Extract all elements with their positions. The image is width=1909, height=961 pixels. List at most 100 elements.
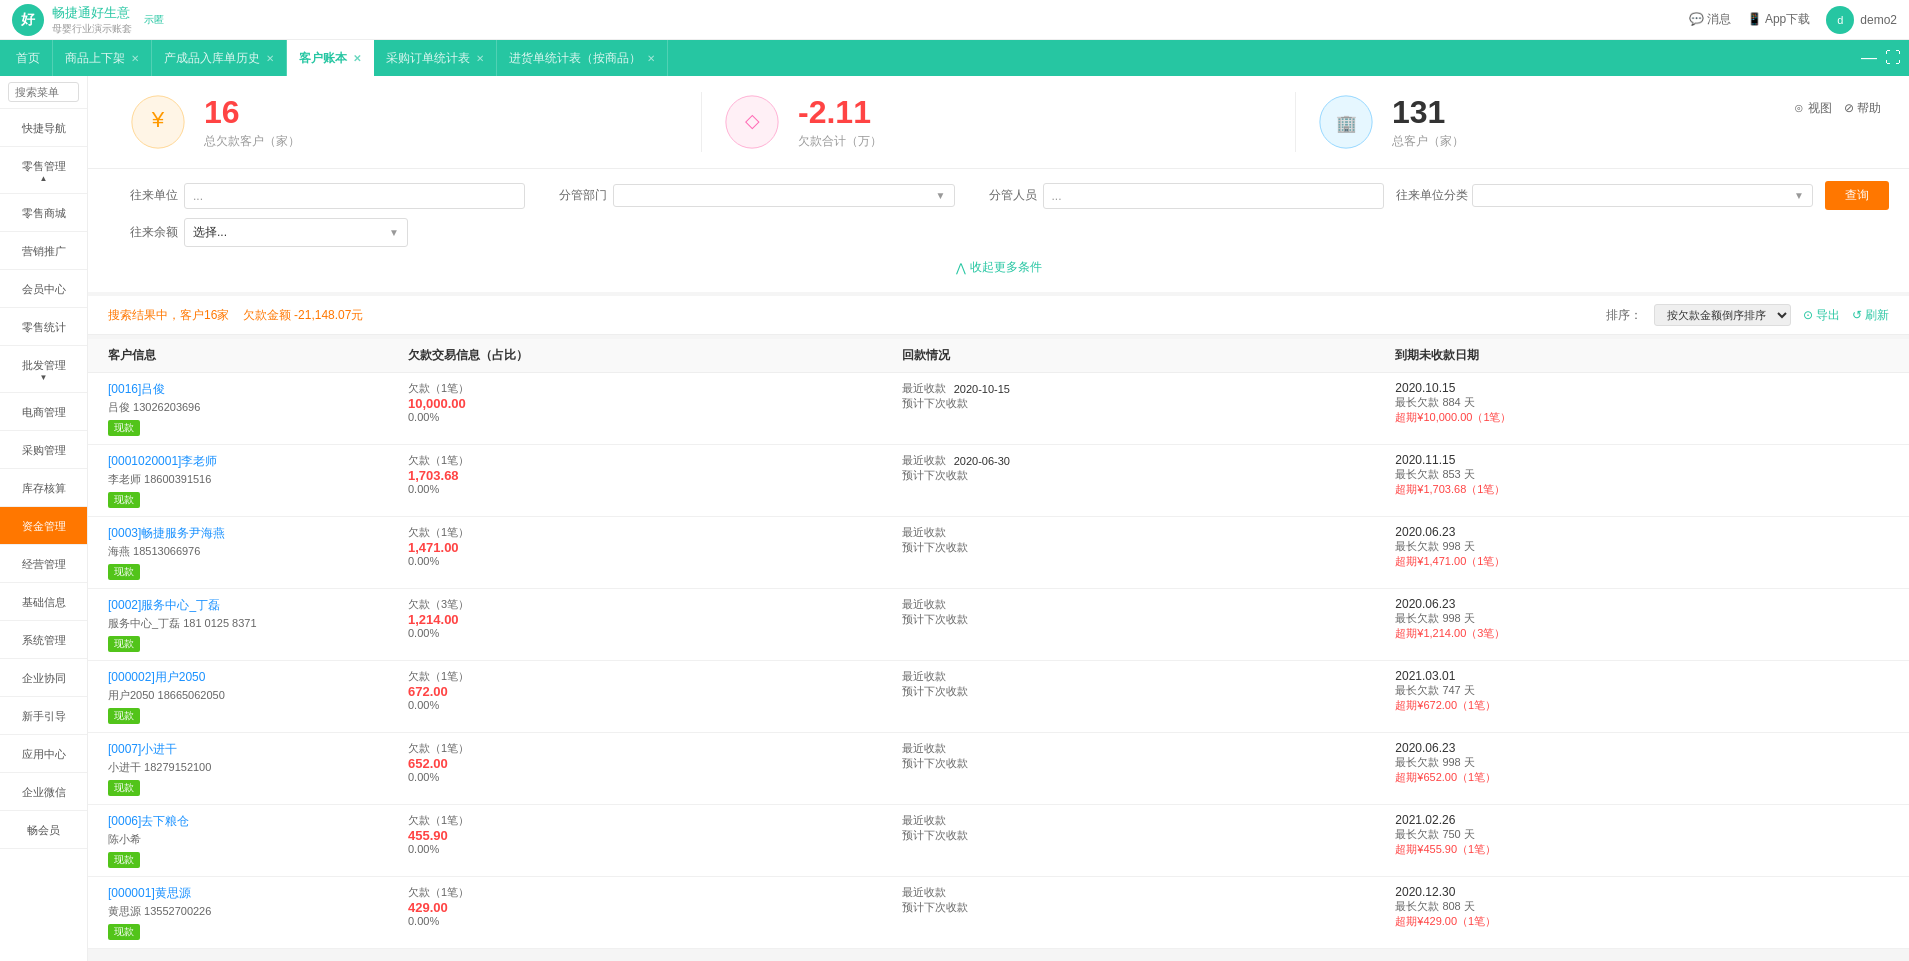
app-name: 畅捷通好生意 [52,4,132,22]
overdue-link-3[interactable]: 超期¥1,214.00（3笔） [1395,626,1889,641]
search-button[interactable]: 查询 [1825,181,1889,210]
tab-home[interactable]: 首页 [4,40,53,76]
customer-name-5[interactable]: [0007]小进干 [108,742,177,756]
sidebar-item-inventory[interactable]: 库存核算 [0,469,87,507]
sidebar-item-super-member[interactable]: 畅会员 [0,811,87,849]
customer-tag-1: 现款 [108,492,140,508]
customer-name-0[interactable]: [0016]吕俊 [108,382,165,396]
customer-name-1[interactable]: [0001020001]李老师 [108,454,217,468]
customer-name-6[interactable]: [0006]去下粮仓 [108,814,189,828]
tab-customer-account-close[interactable]: ✕ [353,53,361,64]
tab-purchase-order[interactable]: 采购订单统计表 ✕ [374,40,497,76]
sidebar-item-batch-mgmt[interactable]: 批发管理 ▼ [0,346,87,393]
sidebar-item-retail-mgmt[interactable]: 零售管理 ▲ [0,147,87,194]
debt-cell-3: 欠款（3笔） 1,214.00 0.00% [408,597,902,639]
filter-area: 往来单位 ... 分管部门 ▼ 分管人员 ... [88,169,1909,292]
tab-import-stats[interactable]: 进货单统计表（按商品） ✕ [497,40,668,76]
app-download-btn[interactable]: 📱 App下载 [1747,11,1810,28]
sort-label: 排序： [1606,307,1642,324]
username: demo2 [1860,13,1897,27]
tab-customer-account[interactable]: 客户账本 ✕ [287,40,374,76]
tab-purchase-order-close[interactable]: ✕ [476,53,484,64]
results-bar: 搜索结果中，客户16家 欠款金额 -21,148.07元 排序： 按欠款金额倒序… [88,296,1909,335]
customer-cell-7: [000001]黄思源 黄思源 13552700226 现款 [108,885,408,940]
sidebar-item-ecommerce[interactable]: 电商管理 [0,393,87,431]
customer-tag-7: 现款 [108,924,140,940]
sidebar-item-basic-info[interactable]: 基础信息 [0,583,87,621]
customer-tag-5: 现款 [108,780,140,796]
due-date-cell-3: 2020.06.23 最长欠款 998 天 超期¥1,214.00（3笔） [1395,597,1889,641]
sidebar-item-system[interactable]: 系统管理 [0,621,87,659]
customer-phone-5: 小进干 18279152100 [108,760,408,775]
sidebar-item-operations[interactable]: 经营管理 [0,545,87,583]
col-header-debt-info: 欠款交易信息（占比） [408,347,902,364]
refresh-btn[interactable]: ↺ 刷新 [1852,307,1889,324]
filter-row-1: 往来单位 ... 分管部门 ▼ 分管人员 ... [108,181,1889,210]
search-input[interactable] [8,82,79,102]
due-date-cell-0: 2020.10.15 最长欠款 884 天 超期¥10,000.00（1笔） [1395,381,1889,425]
stats-row: ¥ 16 总欠款客户（家） ◇ -2.11 欠款合计（ [88,76,1909,169]
help-btn[interactable]: ⊘ 帮助 [1844,100,1881,117]
sidebar-item-finance[interactable]: 资金管理 [0,507,87,545]
tab-production-close[interactable]: ✕ [266,53,274,64]
due-date-cell-4: 2021.03.01 最长欠款 747 天 超期¥672.00（1笔） [1395,669,1889,713]
sidebar-item-quick-nav[interactable]: 快捷导航 [0,109,87,147]
stat-icon-total: 🏢 [1316,92,1376,152]
overdue-link-0[interactable]: 超期¥10,000.00（1笔） [1395,410,1889,425]
dept-input[interactable]: ▼ [613,184,954,207]
manager-label: 分管人员 [967,187,1037,204]
message-btn[interactable]: 💬 消息 [1689,11,1731,28]
unit-category-input[interactable]: ▼ [1472,184,1813,207]
customer-name-3[interactable]: [0002]服务中心_丁磊 [108,598,220,612]
tab-products[interactable]: 商品上下架 ✕ [53,40,152,76]
overdue-link-6[interactable]: 超期¥455.90（1笔） [1395,842,1889,857]
overdue-link-5[interactable]: 超期¥652.00（1笔） [1395,770,1889,785]
sidebar-item-app-center[interactable]: 应用中心 [0,735,87,773]
balance-input[interactable]: 选择... ▼ [184,218,408,247]
overdue-link-4[interactable]: 超期¥672.00（1笔） [1395,698,1889,713]
export-icon: ⊙ [1803,308,1813,322]
customer-name-2[interactable]: [0003]畅捷服务尹海燕 [108,526,225,540]
due-date-cell-6: 2021.02.26 最长欠款 750 天 超期¥455.90（1笔） [1395,813,1889,857]
results-actions: 排序： 按欠款金额倒序排序 ⊙ 导出 ↺ 刷新 [1606,304,1889,326]
sort-select[interactable]: 按欠款金额倒序排序 [1654,304,1791,326]
tab-products-label: 商品上下架 [65,50,125,67]
sidebar-item-member[interactable]: 会员中心 [0,270,87,308]
collapse-button[interactable]: ⋀ 收起更多条件 [108,255,1889,280]
customer-tag-3: 现款 [108,636,140,652]
overdue-link-2[interactable]: 超期¥1,471.00（1笔） [1395,554,1889,569]
debt-cell-4: 欠款（1笔） 672.00 0.00% [408,669,902,711]
sidebar-item-enterprise[interactable]: 企业协同 [0,659,87,697]
overdue-link-7[interactable]: 超期¥429.00（1笔） [1395,914,1889,929]
table-row: [000002]用户2050 用户2050 18665062050 现款 欠款（… [88,661,1909,733]
sidebar-item-retail-mall[interactable]: 零售商城 [0,194,87,232]
dept-label: 分管部门 [537,187,607,204]
filter-manager: 分管人员 ... [967,183,1384,209]
sidebar-item-retail-stats[interactable]: 零售统计 [0,308,87,346]
overdue-link-1[interactable]: 超期¥1,703.68（1笔） [1395,482,1889,497]
sidebar-item-corp-wechat[interactable]: 企业微信 [0,773,87,811]
stat-icon-debt: ◇ [722,92,782,152]
tab-minimize-btn[interactable]: — [1861,49,1877,67]
export-btn[interactable]: ⊙ 导出 [1803,307,1840,324]
recovery-cell-2: 最近收款 预计下次收款 [902,525,1396,555]
user-area[interactable]: d demo2 [1826,6,1897,34]
tab-purchase-order-label: 采购订单统计表 [386,50,470,67]
tab-production[interactable]: 产成品入库单历史 ✕ [152,40,287,76]
customer-name-7[interactable]: [000001]黄思源 [108,886,191,900]
data-table: 客户信息 欠款交易信息（占比） 回款情况 到期未收款日期 [0016]吕俊 吕俊… [88,339,1909,949]
customer-name-4[interactable]: [000002]用户2050 [108,670,205,684]
filter-row-2: 往来余额 选择... ▼ [108,218,1889,247]
customer-tag-6: 现款 [108,852,140,868]
sidebar-item-newbie[interactable]: 新手引导 [0,697,87,735]
source-unit-input[interactable]: ... [184,183,525,209]
manager-input[interactable]: ... [1043,183,1384,209]
tab-maximize-btn[interactable]: ⛶ [1885,49,1901,67]
view-btn[interactable]: ⊙ 视图 [1794,100,1831,117]
content-area: ¥ 16 总欠款客户（家） ◇ -2.11 欠款合计（ [88,76,1909,961]
company-name: 母婴行业演示账套 [52,22,132,36]
tab-import-stats-close[interactable]: ✕ [647,53,655,64]
sidebar-item-marketing[interactable]: 营销推广 [0,232,87,270]
tab-products-close[interactable]: ✕ [131,53,139,64]
sidebar-item-purchase[interactable]: 采购管理 [0,431,87,469]
